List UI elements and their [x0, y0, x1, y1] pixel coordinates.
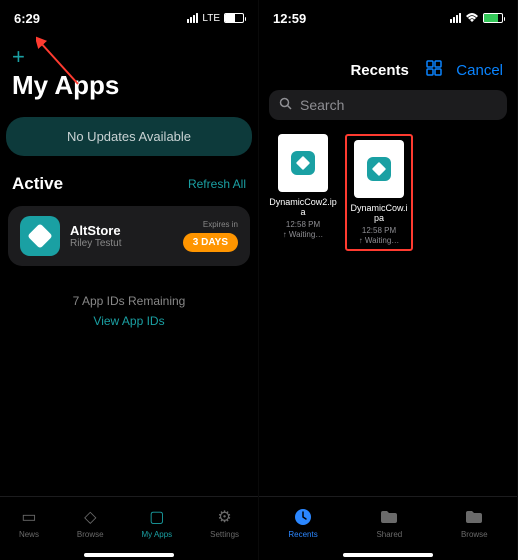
files-grid: DynamicCow2.ipa 12:58 PM ↑ Waiting… Dyna… [259, 130, 517, 255]
search-placeholder: Search [300, 97, 344, 113]
add-button[interactable]: + [12, 44, 25, 70]
file-item[interactable]: DynamicCow.ipa 12:58 PM ↑ Waiting… [345, 134, 413, 251]
battery-icon [224, 13, 244, 23]
battery-icon [483, 13, 503, 23]
clock-icon [293, 507, 313, 527]
grid-view-icon[interactable] [426, 60, 442, 80]
tab-bar: ▭ News ◇ Browse ▢ My Apps ⚙ Settings [0, 496, 258, 560]
tab-shared[interactable]: Shared [376, 507, 402, 539]
page-title: My Apps [12, 70, 246, 101]
status-time: 6:29 [14, 11, 40, 26]
file-thumbnail [278, 134, 328, 192]
tab-label: Shared [376, 530, 402, 539]
browse-icon: ◇ [80, 507, 100, 527]
left-screenshot: 6:29 LTE + My Apps No Updates Available … [0, 0, 259, 560]
my-apps-icon: ▢ [147, 507, 167, 527]
signal-icon [450, 13, 461, 23]
tab-label: Browse [461, 530, 488, 539]
right-screenshot: 12:59 Recents Cancel Se [259, 0, 518, 560]
tab-label: Settings [210, 530, 239, 539]
file-time: 12:58 PM [269, 220, 337, 229]
cancel-button[interactable]: Cancel [456, 62, 503, 79]
tab-browse[interactable]: Browse [461, 507, 488, 539]
altstore-icon [20, 216, 60, 256]
tab-label: My Apps [142, 530, 173, 539]
carrier-label: LTE [202, 13, 220, 24]
tab-settings[interactable]: ⚙ Settings [210, 507, 239, 539]
status-time: 12:59 [273, 11, 306, 26]
status-bar: 6:29 LTE [0, 0, 258, 36]
home-indicator[interactable] [343, 553, 433, 557]
folder-icon [464, 507, 484, 527]
tab-label: News [19, 530, 39, 539]
tab-my-apps[interactable]: ▢ My Apps [142, 507, 173, 539]
tab-bar: Recents Shared Browse [259, 496, 517, 560]
file-status: ↑ Waiting… [269, 230, 337, 239]
status-bar: 12:59 [259, 0, 517, 36]
tab-label: Browse [77, 530, 104, 539]
active-heading: Active [12, 174, 63, 194]
file-status: ↑ Waiting… [349, 236, 409, 245]
folder-shared-icon [379, 507, 399, 527]
gear-icon: ⚙ [215, 507, 235, 527]
app-name: AltStore [70, 223, 173, 238]
home-indicator[interactable] [84, 553, 174, 557]
file-name: DynamicCow.ipa [349, 204, 409, 224]
search-input[interactable]: Search [269, 90, 507, 120]
file-time: 12:58 PM [349, 226, 409, 235]
app-card[interactable]: AltStore Riley Testut Expires in 3 DAYS [8, 206, 250, 266]
wifi-icon [465, 13, 479, 23]
search-icon [279, 97, 292, 113]
news-icon: ▭ [19, 507, 39, 527]
file-name: DynamicCow2.ipa [269, 198, 337, 218]
refresh-all-button[interactable]: Refresh All [188, 177, 246, 191]
file-thumbnail [354, 140, 404, 198]
tab-recents[interactable]: Recents [288, 507, 317, 539]
updates-pill[interactable]: No Updates Available [6, 117, 252, 156]
picker-title: Recents [350, 62, 408, 79]
tab-browse[interactable]: ◇ Browse [77, 507, 104, 539]
days-badge[interactable]: 3 DAYS [183, 233, 238, 252]
file-item[interactable]: DynamicCow2.ipa 12:58 PM ↑ Waiting… [269, 134, 337, 251]
view-app-ids-link[interactable]: View App IDs [0, 314, 258, 328]
tab-label: Recents [288, 530, 317, 539]
updates-label: No Updates Available [67, 129, 191, 144]
app-author: Riley Testut [70, 238, 173, 249]
signal-icon [187, 13, 198, 23]
ids-remaining: 7 App IDs Remaining [0, 294, 258, 308]
tab-news[interactable]: ▭ News [19, 507, 39, 539]
expires-label: Expires in [183, 220, 238, 229]
